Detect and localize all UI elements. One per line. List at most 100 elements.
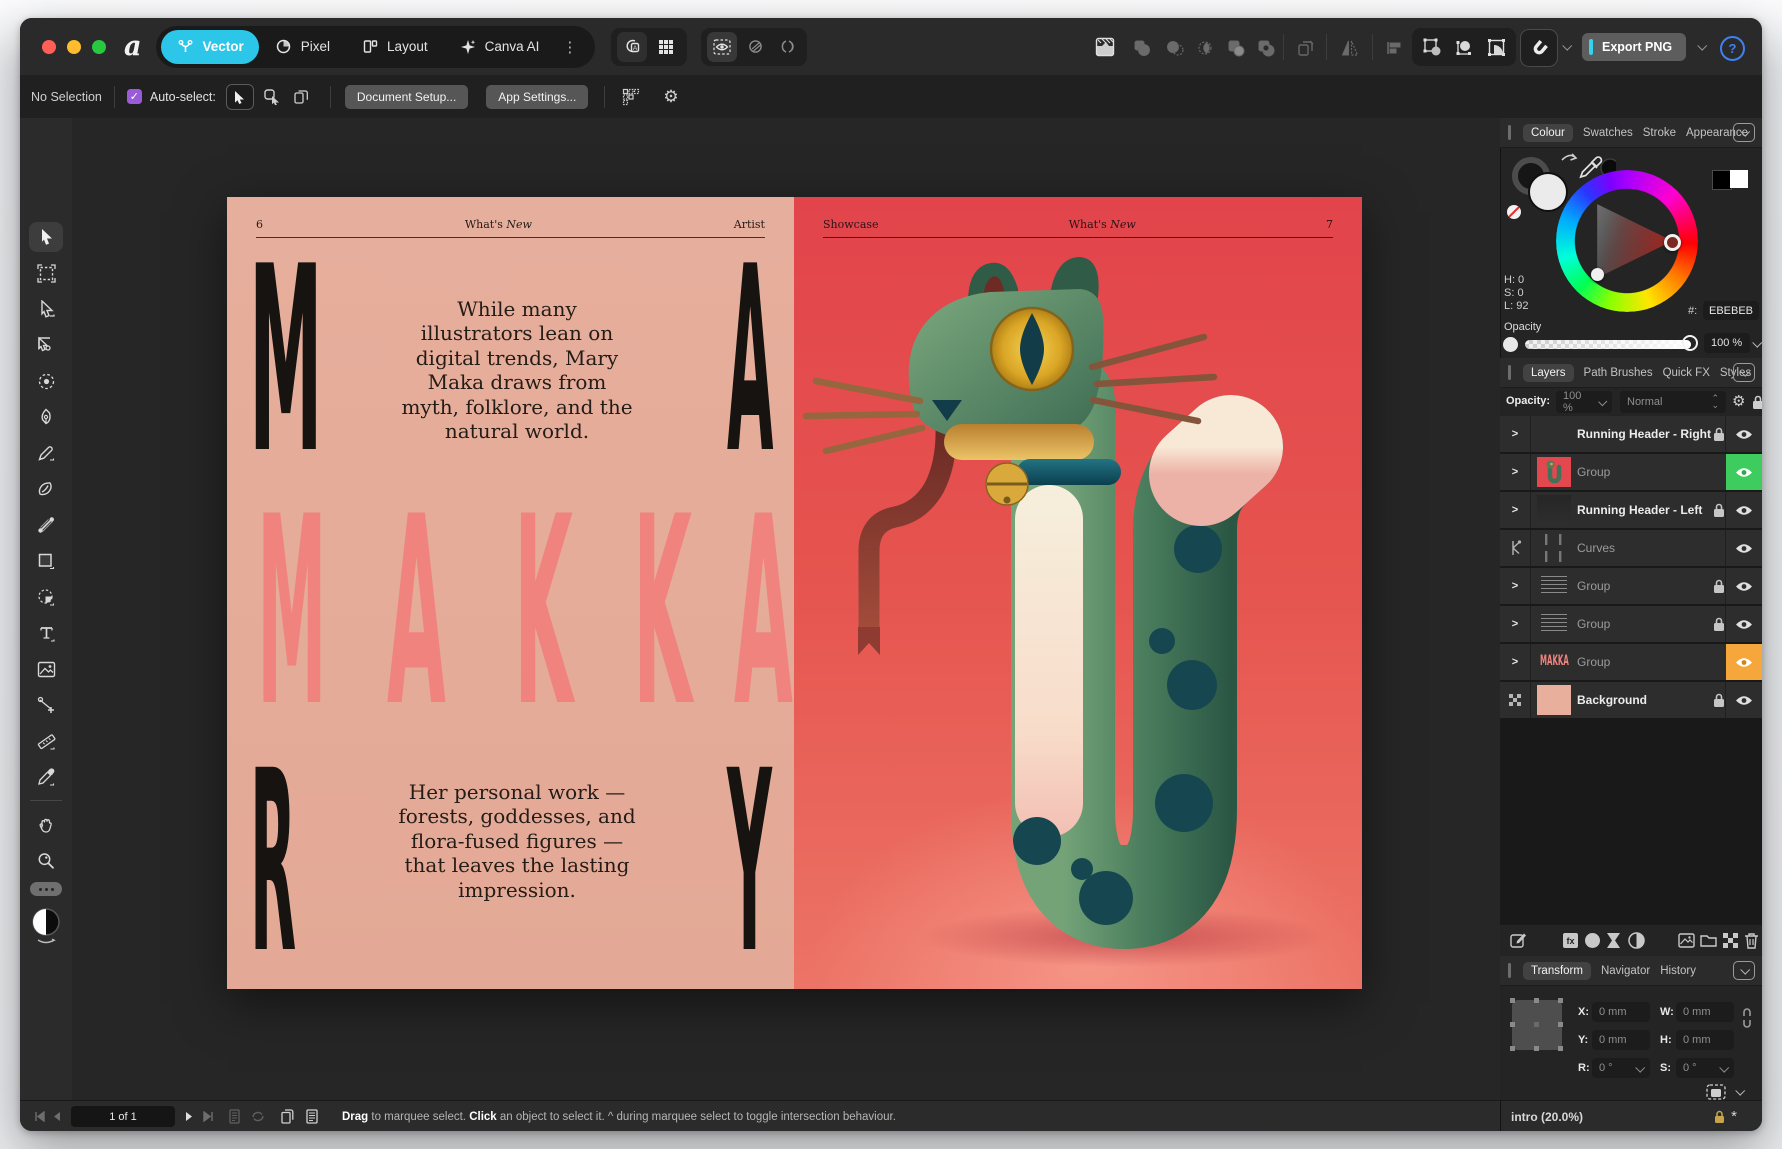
rotation-field[interactable]: 0 ° [1592,1058,1650,1078]
autoselect-mode-shape-button[interactable] [260,87,286,107]
boolean-divide-icon[interactable] [1226,38,1246,58]
point-transform-tool[interactable] [29,330,63,360]
visibility-eye-icon[interactable] [1725,568,1762,604]
expand-chevron-icon[interactable]: > [1500,606,1531,642]
pattern-fill-icon[interactable] [1095,37,1115,57]
edit-layer-icon[interactable] [1510,932,1527,949]
help-button[interactable]: ? [1720,36,1745,61]
close-window-button[interactable] [42,39,56,54]
x-field[interactable]: 0 mm [1592,1002,1650,1022]
page-left[interactable]: 6 What's New Artist M A R Y M A K K A Wh… [227,197,794,989]
artboard-manager-icon[interactable] [621,87,641,107]
tab-layers[interactable]: Layers [1523,363,1574,382]
tab-swatches[interactable]: Swatches [1583,127,1633,139]
outline-view-icon[interactable] [741,33,769,61]
layer-row-running-header-left[interactable]: > Running Header - Left [1500,492,1762,528]
flip-icon[interactable] [1340,38,1360,58]
live-filter-icon[interactable] [1628,932,1645,949]
last-page-icon[interactable] [202,1111,214,1122]
boolean-combine-icon[interactable] [1256,38,1276,58]
layer-lock-icon[interactable] [1752,395,1762,410]
fx-icon[interactable]: fx [1562,932,1579,949]
transform-selection-box-icon[interactable] [1482,33,1510,61]
page-right[interactable]: Showcase What's New 7 [794,197,1362,989]
visibility-eye-icon[interactable] [1725,416,1762,452]
persona-canva-ai[interactable]: Canva AI [443,30,555,64]
saturation-knob[interactable] [1591,268,1604,281]
rectangle-tool[interactable] [29,546,63,576]
duplicate-icon[interactable] [1296,38,1316,58]
panel-drag-handle[interactable] [1508,125,1511,140]
transform-objects-icon[interactable] [1418,33,1446,61]
expand-chevron-icon[interactable]: > [1500,644,1531,680]
colour-picker-tool[interactable] [29,762,63,792]
visibility-eye-icon[interactable] [1725,606,1762,642]
vector-brush-tool[interactable] [29,474,63,504]
split-view-icon[interactable] [773,33,801,61]
layers-panel-menu-chevron-icon[interactable] [1733,363,1755,382]
lock-icon[interactable] [1713,617,1725,632]
tab-navigator[interactable]: Navigator [1601,965,1650,977]
gear-settings-icon[interactable]: ⚙ [663,87,678,107]
layer-row-curves[interactable]: Curves [1500,530,1762,566]
sync-icon-disabled[interactable] [251,1110,265,1123]
transform-anchor-selector[interactable] [1510,998,1563,1051]
preview-eye-icon[interactable] [707,31,738,62]
tab-history[interactable]: History [1660,965,1696,977]
grid-gallery-icon[interactable] [651,32,681,62]
lock-icon[interactable] [1713,427,1725,442]
link-dimensions-icon[interactable] [1742,1008,1752,1044]
expand-chevron-icon[interactable]: > [1500,416,1531,452]
tab-transform[interactable]: Transform [1523,961,1591,980]
persona-pixel[interactable]: Pixel [259,30,345,64]
frame-text-tool[interactable] [29,618,63,648]
previous-page-icon[interactable] [52,1111,61,1122]
measure-tool[interactable] [29,726,63,756]
tab-stroke[interactable]: Stroke [1643,127,1676,139]
layer-row-group-cat[interactable]: > Group [1500,454,1762,490]
visibility-eye-icon[interactable] [1725,492,1762,528]
boolean-subtract-icon[interactable] [1165,38,1185,58]
tab-quick-fx[interactable]: Quick FX [1663,367,1710,379]
lock-icon[interactable] [1713,579,1725,594]
opacity-chevron-icon[interactable] [1752,337,1762,348]
boolean-intersect-icon[interactable] [1196,38,1216,58]
opacity-slider-knob[interactable] [1682,334,1698,351]
document-details-icon[interactable] [306,1109,318,1124]
panel-drag-handle[interactable] [1508,963,1511,978]
w-field[interactable]: 0 mm [1676,1002,1734,1022]
black-swatch[interactable] [1712,170,1732,190]
snapping-magnet-icon[interactable] [1520,29,1558,67]
app-settings-button[interactable]: App Settings... [486,84,589,109]
new-pixel-layer-icon[interactable] [1722,932,1739,949]
expand-chevron-icon[interactable]: > [1500,568,1531,604]
first-page-icon[interactable] [34,1111,46,1122]
place-image-tool[interactable] [29,654,63,684]
zoom-window-button[interactable] [92,39,106,54]
transform-points-icon[interactable] [1450,33,1478,61]
hex-input[interactable]: EBEBEB [1703,301,1759,320]
delete-layer-trash-icon[interactable] [1744,932,1759,949]
snapping-options-chevron-icon[interactable] [1562,40,1573,51]
autoselect-mode-object-button[interactable] [225,83,254,110]
transform-mode-icon[interactable] [1706,1084,1726,1100]
panel-drag-handle[interactable] [1508,365,1511,380]
colour-panel-menu-chevron-icon[interactable] [1733,123,1755,142]
tab-path-brushes[interactable]: Path Brushes [1584,367,1653,379]
lock-icon[interactable] [1713,503,1725,518]
adjustment-icon[interactable] [1606,932,1621,949]
pen-tool[interactable] [29,402,63,432]
duplicate-page-icon[interactable] [281,1109,294,1124]
layer-row-group-text-bottom[interactable]: > Group [1500,568,1762,604]
white-swatch[interactable] [1730,170,1748,188]
layers-opacity-dropdown[interactable]: 100 % [1556,390,1612,414]
layer-row-group-makka[interactable]: > MAKKA Group [1500,644,1762,680]
layer-row-group-text-top[interactable]: > Group [1500,606,1762,642]
visibility-eye-icon[interactable] [1725,682,1762,718]
node-tool[interactable] [29,294,63,324]
character-panel-icon[interactable]: A [617,31,648,62]
autoselect-checkbox[interactable]: ✓ [126,89,142,104]
move-tool[interactable] [29,222,63,252]
view-pan-tool[interactable] [29,810,63,840]
layer-settings-gear-icon[interactable]: ⚙ [1732,392,1745,410]
